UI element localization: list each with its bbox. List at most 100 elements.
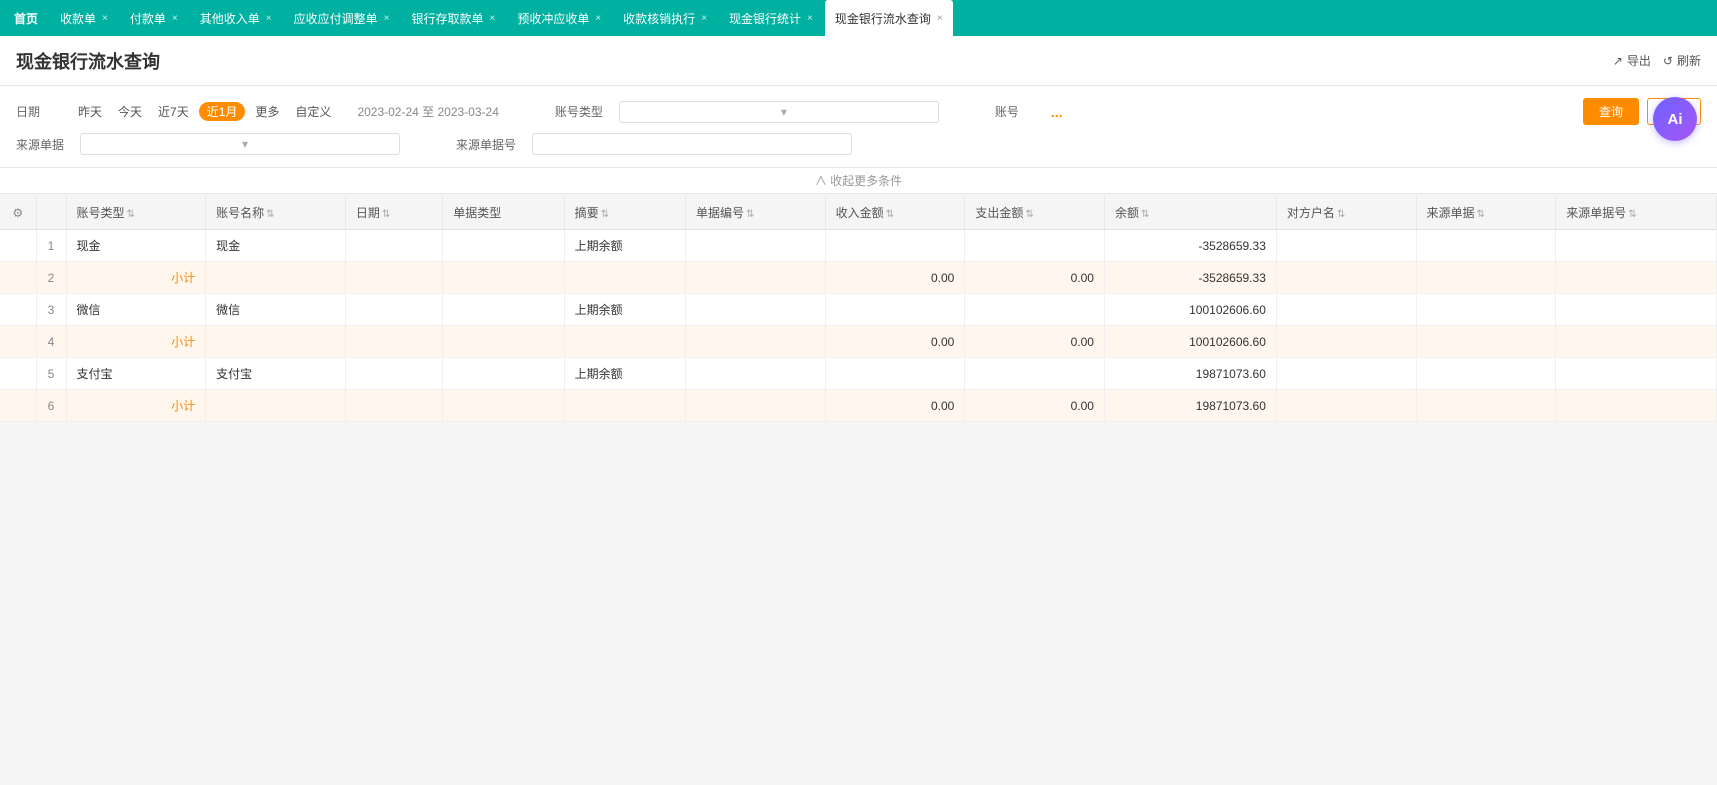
cell-counterparty: [1276, 358, 1416, 390]
ai-badge[interactable]: Ai: [1653, 97, 1697, 141]
col-header-acct_name[interactable]: 账号名称⇅: [206, 196, 346, 230]
sort-icon: ⇅: [601, 209, 609, 220]
cell-doc_type: [443, 326, 564, 358]
date-opt-more[interactable]: 更多: [249, 102, 285, 121]
nav-home-label: 首页: [14, 10, 38, 27]
nav-tab-label: 收款核销执行: [623, 10, 695, 27]
cell-doc_type: [443, 262, 564, 294]
account-dots-button[interactable]: ...: [1051, 104, 1063, 120]
close-icon[interactable]: ×: [102, 13, 108, 24]
cell-source_doc_no: [1556, 390, 1717, 422]
cell-summary: [564, 326, 685, 358]
cell-date: [345, 294, 442, 326]
account-type-label: 账号类型: [555, 103, 603, 120]
col-header-date[interactable]: 日期⇅: [345, 196, 442, 230]
export-button[interactable]: ↗ 导出: [1613, 52, 1651, 69]
close-icon[interactable]: ×: [384, 13, 390, 24]
close-icon[interactable]: ×: [172, 13, 178, 24]
cell-idx: 6: [36, 390, 66, 422]
filter-row-1: 日期 昨天今天近7天近1月更多自定义 2023-02-24 至 2023-03-…: [16, 98, 1701, 125]
table-row: 5支付宝支付宝上期余额19871073.60: [0, 358, 1717, 390]
cell-source_doc: [1416, 262, 1556, 294]
gear-icon[interactable]: ⚙: [12, 206, 23, 220]
source-doc-select[interactable]: ▾: [80, 133, 400, 155]
query-button[interactable]: 查询: [1583, 98, 1639, 125]
cell-acct_type: 小计: [66, 262, 206, 294]
source-doc-no-input[interactable]: [532, 133, 852, 155]
nav-tab-tab4[interactable]: 应收应付调整单 ×: [284, 0, 400, 36]
cell-date: [345, 230, 442, 262]
col-header-balance[interactable]: 余额⇅: [1104, 196, 1276, 230]
account-label: 账号: [995, 103, 1035, 120]
cell-date: [345, 326, 442, 358]
cell-date: [345, 358, 442, 390]
date-opt-today[interactable]: 今天: [112, 102, 148, 121]
col-header-expense[interactable]: 支出金额⇅: [965, 196, 1105, 230]
close-icon[interactable]: ×: [701, 13, 707, 24]
col-header-counterparty[interactable]: 对方户名⇅: [1276, 196, 1416, 230]
col-header-source_doc[interactable]: 来源单据⇅: [1416, 196, 1556, 230]
date-opt-last7[interactable]: 近7天: [152, 102, 195, 121]
sort-icon: ⇅: [1141, 209, 1149, 220]
close-icon[interactable]: ×: [937, 13, 943, 24]
cell-idx: 5: [36, 358, 66, 390]
header-actions: ↗ 导出 ↺ 刷新: [1613, 52, 1701, 69]
close-icon[interactable]: ×: [807, 13, 813, 24]
col-header-doc_no[interactable]: 单据编号⇅: [686, 196, 826, 230]
refresh-label: 刷新: [1677, 52, 1701, 69]
chevron-down-icon: ▾: [781, 105, 930, 119]
cell-acct_type: 支付宝: [66, 358, 206, 390]
cell-acct_type: 小计: [66, 326, 206, 358]
data-table: ⚙ 账号类型⇅账号名称⇅日期⇅单据类型摘要⇅单据编号⇅收入金额⇅支出金额⇅余额⇅对…: [0, 196, 1717, 422]
cell-counterparty: [1276, 262, 1416, 294]
sort-icon: ⇅: [746, 209, 754, 220]
col-header-gear: ⚙: [0, 196, 36, 230]
date-opt-yesterday[interactable]: 昨天: [72, 102, 108, 121]
col-header-income[interactable]: 收入金额⇅: [825, 196, 965, 230]
close-icon[interactable]: ×: [489, 13, 495, 24]
cell-balance: -3528659.33: [1104, 262, 1276, 294]
nav-tab-tab1[interactable]: 收款单×: [50, 0, 118, 36]
nav-tab-tab3[interactable]: 其他收入单×: [190, 0, 282, 36]
col-header-summary[interactable]: 摘要⇅: [564, 196, 685, 230]
cell-expense: [965, 358, 1105, 390]
col-header-source_doc_no[interactable]: 来源单据号⇅: [1556, 196, 1717, 230]
nav-tab-tab6[interactable]: 预收冲应收单×: [507, 0, 611, 36]
col-header-acct_type[interactable]: 账号类型⇅: [66, 196, 206, 230]
cell-gear: [0, 230, 36, 262]
nav-tab-tab9[interactable]: 现金银行流水查询×: [825, 0, 953, 36]
cell-source_doc_no: [1556, 262, 1717, 294]
cell-expense: 0.00: [965, 262, 1105, 294]
cell-balance: -3528659.33: [1104, 230, 1276, 262]
nav-tab-label: 应收应付调整单: [294, 10, 378, 27]
date-opt-last1m[interactable]: 近1月: [199, 102, 246, 121]
nav-tab-label: 现金银行统计: [729, 10, 801, 27]
cell-income: [825, 294, 965, 326]
date-options: 昨天今天近7天近1月更多自定义: [72, 102, 337, 121]
nav-tab-tab8[interactable]: 现金银行统计 ×: [719, 0, 823, 36]
nav-home[interactable]: 首页: [4, 0, 48, 36]
filter-row-2: 来源单据 ▾ 来源单据号: [16, 133, 1701, 155]
close-icon[interactable]: ×: [595, 13, 601, 24]
page-title: 现金银行流水查询: [16, 48, 160, 74]
cell-summary: 上期余额: [564, 294, 685, 326]
cell-idx: 4: [36, 326, 66, 358]
date-opt-custom[interactable]: 自定义: [289, 102, 337, 121]
collapse-bar[interactable]: ∧ 收起更多条件: [0, 168, 1717, 194]
date-range: 2023-02-24 至 2023-03-24: [357, 103, 498, 120]
nav-tab-tab7[interactable]: 收款核销执行 ×: [613, 0, 717, 36]
cell-source_doc: [1416, 358, 1556, 390]
sort-icon: ⇅: [886, 209, 894, 220]
source-doc-label: 来源单据: [16, 136, 64, 153]
cell-expense: [965, 294, 1105, 326]
nav-tab-tab5[interactable]: 银行存取款单×: [401, 0, 505, 36]
nav-tab-tab2[interactable]: 付款单 ×: [120, 0, 188, 36]
cell-summary: 上期余额: [564, 230, 685, 262]
cell-balance: 100102606.60: [1104, 326, 1276, 358]
account-type-select[interactable]: ▾: [619, 101, 939, 123]
refresh-button[interactable]: ↺ 刷新: [1663, 52, 1701, 69]
col-header-doc_type: 单据类型: [443, 196, 564, 230]
cell-counterparty: [1276, 390, 1416, 422]
close-icon[interactable]: ×: [266, 13, 272, 24]
nav-tab-label: 付款单: [130, 10, 166, 27]
